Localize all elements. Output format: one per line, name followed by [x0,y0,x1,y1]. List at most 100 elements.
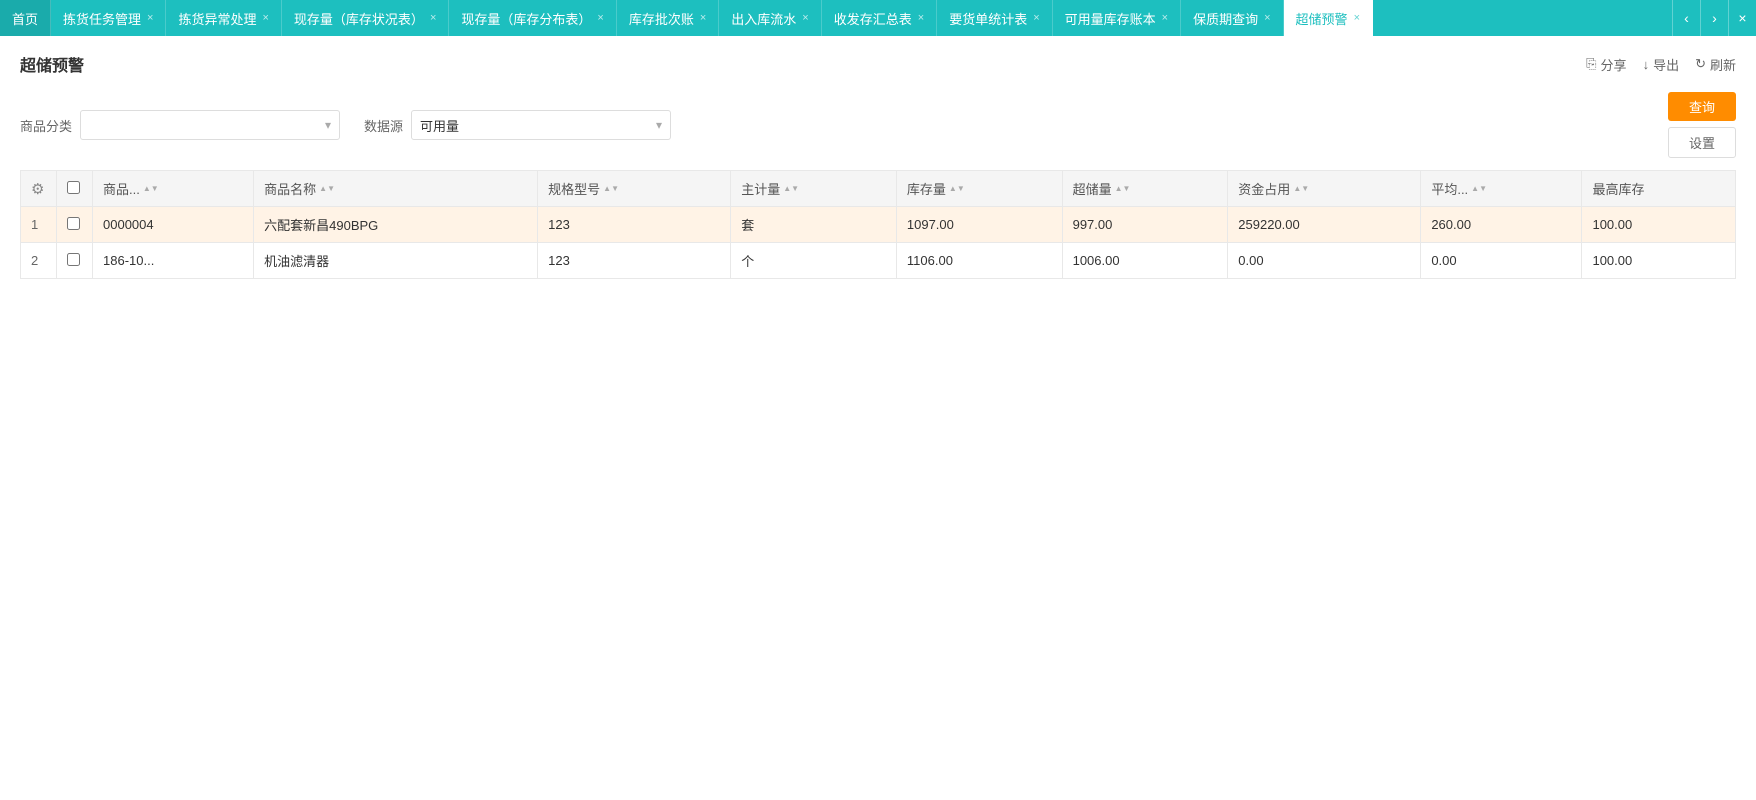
row-avg: 0.00 [1421,243,1582,279]
nav-prev-button[interactable]: ‹ [1672,0,1700,36]
nav-item--------[interactable]: 可用量库存账本× [1053,0,1181,36]
page-content: 超储预警 ⎘ 分享 ↓ 导出 ↻ 刷新 商品分类 ▾ 数据源 [0,36,1756,295]
row-num: 1 [21,207,57,243]
close-icon[interactable]: × [1264,12,1270,24]
settings-button[interactable]: 设置 [1668,127,1736,158]
top-nav: 首页拣货任务管理×拣货异常处理×现存量（库存状况表）×现存量（库存分布表）×库存… [0,0,1756,36]
nav-item-----------[interactable]: 现存量（库存分布表）× [449,0,616,36]
query-button[interactable]: 查询 [1668,92,1736,121]
row-stock: 1106.00 [896,243,1062,279]
category-filter-label: 商品分类 [20,116,72,135]
datasource-select-value: 可用量 [420,116,459,135]
close-icon[interactable]: × [147,12,153,24]
col-avg: 平均... ▲▼ [1421,171,1582,207]
sort-icon-spec: ▲▼ [603,185,619,193]
col-name: 商品名称 ▲▼ [254,171,538,207]
nav-item-------[interactable]: 收发存汇总表× [822,0,937,36]
row-checkbox[interactable] [67,253,80,266]
nav-close-button[interactable]: × [1728,0,1756,36]
close-icon[interactable]: × [802,12,808,24]
close-icon[interactable]: × [1162,12,1168,24]
close-icon[interactable]: × [597,12,603,24]
select-all-checkbox[interactable] [67,181,80,194]
nav-item-------[interactable]: 要货单统计表× [937,0,1052,36]
row-unit: 套 [731,207,897,243]
row-maxstock: 100.00 [1582,207,1736,243]
col-unit: 主计量 ▲▼ [731,171,897,207]
data-table: ⚙ 商品... ▲▼ 商品名称 ▲▼ [20,170,1736,279]
nav-item------[interactable]: 出入库流水× [719,0,821,36]
row-spec: 123 [538,207,731,243]
sort-icon-stock: ▲▼ [949,185,965,193]
datasource-filter-group: 数据源 可用量 ▾ [364,110,671,140]
page-header: 超储预警 ⎘ 分享 ↓ 导出 ↻ 刷新 [20,52,1736,76]
datasource-select[interactable]: 可用量 ▾ [411,110,671,140]
sort-icon-avg: ▲▼ [1471,185,1487,193]
category-select[interactable]: ▾ [80,110,340,140]
header-actions: ⎘ 分享 ↓ 导出 ↻ 刷新 [1586,55,1736,74]
nav-item------[interactable]: 保质期查询× [1181,0,1283,36]
page-title: 超储预警 [20,52,84,76]
close-icon[interactable]: × [1033,12,1039,24]
row-num: 2 [21,243,57,279]
row-checkbox[interactable] [67,217,80,230]
row-over: 997.00 [1062,207,1228,243]
row-spec: 123 [538,243,731,279]
share-icon: ⎘ [1586,56,1596,72]
row-code: 186-10... [93,243,254,279]
close-icon[interactable]: × [1354,12,1360,24]
col-spec: 规格型号 ▲▼ [538,171,731,207]
close-icon[interactable]: × [918,12,924,24]
col-checkbox [57,171,93,207]
datasource-filter-label: 数据源 [364,116,403,135]
filter-row: 商品分类 ▾ 数据源 可用量 ▾ 查询 设置 [20,92,1736,158]
row-stock: 1097.00 [896,207,1062,243]
datasource-dropdown-icon: ▾ [656,118,662,132]
sort-icon-name: ▲▼ [319,185,335,193]
close-icon[interactable]: × [430,12,436,24]
col-over: 超储量 ▲▼ [1062,171,1228,207]
col-code: 商品... ▲▼ [93,171,254,207]
close-icon[interactable]: × [262,12,268,24]
table-row: 1 0000004 六配套新昌490BPG 123 套 1097.00 997.… [21,207,1736,243]
sort-icon-code: ▲▼ [143,185,159,193]
category-dropdown-icon: ▾ [325,118,331,132]
nav-item-------[interactable]: 拣货异常处理× [166,0,281,36]
row-maxstock: 100.00 [1582,243,1736,279]
filter-actions: 查询 设置 [1668,92,1736,158]
col-settings: ⚙ [21,171,57,207]
sort-icon-unit: ▲▼ [783,185,799,193]
sort-icon-capital: ▲▼ [1293,185,1309,193]
row-code: 0000004 [93,207,254,243]
sort-icon-over: ▲▼ [1115,185,1131,193]
col-maxstock: 最高库存 [1582,171,1736,207]
gear-icon[interactable]: ⚙ [31,181,44,198]
row-capital: 259220.00 [1228,207,1421,243]
close-icon[interactable]: × [700,12,706,24]
row-capital: 0.00 [1228,243,1421,279]
nav-next-button[interactable]: › [1700,0,1728,36]
export-button[interactable]: ↓ 导出 [1643,55,1680,74]
table-header: ⚙ 商品... ▲▼ 商品名称 ▲▼ [21,171,1736,207]
table-body: 1 0000004 六配套新昌490BPG 123 套 1097.00 997.… [21,207,1736,279]
nav-item---[interactable]: 首页 [0,0,51,36]
refresh-button[interactable]: ↻ 刷新 [1695,55,1736,74]
row-avg: 260.00 [1421,207,1582,243]
nav-item-----[interactable]: 超储预警× [1284,0,1373,36]
nav-item-----------[interactable]: 现存量（库存状况表）× [282,0,449,36]
row-checkbox-cell [57,243,93,279]
row-unit: 个 [731,243,897,279]
col-capital: 资金占用 ▲▼ [1228,171,1421,207]
nav-arrows: ‹ › × [1672,0,1756,36]
nav-item------[interactable]: 库存批次账× [617,0,719,36]
category-filter-group: 商品分类 ▾ [20,110,340,140]
row-name: 六配套新昌490BPG [254,207,538,243]
row-checkbox-cell [57,207,93,243]
share-button[interactable]: ⎘ 分享 [1586,55,1626,74]
nav-item-------[interactable]: 拣货任务管理× [51,0,166,36]
col-stock: 库存量 ▲▼ [896,171,1062,207]
row-name: 机油滤清器 [254,243,538,279]
row-over: 1006.00 [1062,243,1228,279]
table-row: 2 186-10... 机油滤清器 123 个 1106.00 1006.00 … [21,243,1736,279]
refresh-icon: ↻ [1695,56,1706,72]
